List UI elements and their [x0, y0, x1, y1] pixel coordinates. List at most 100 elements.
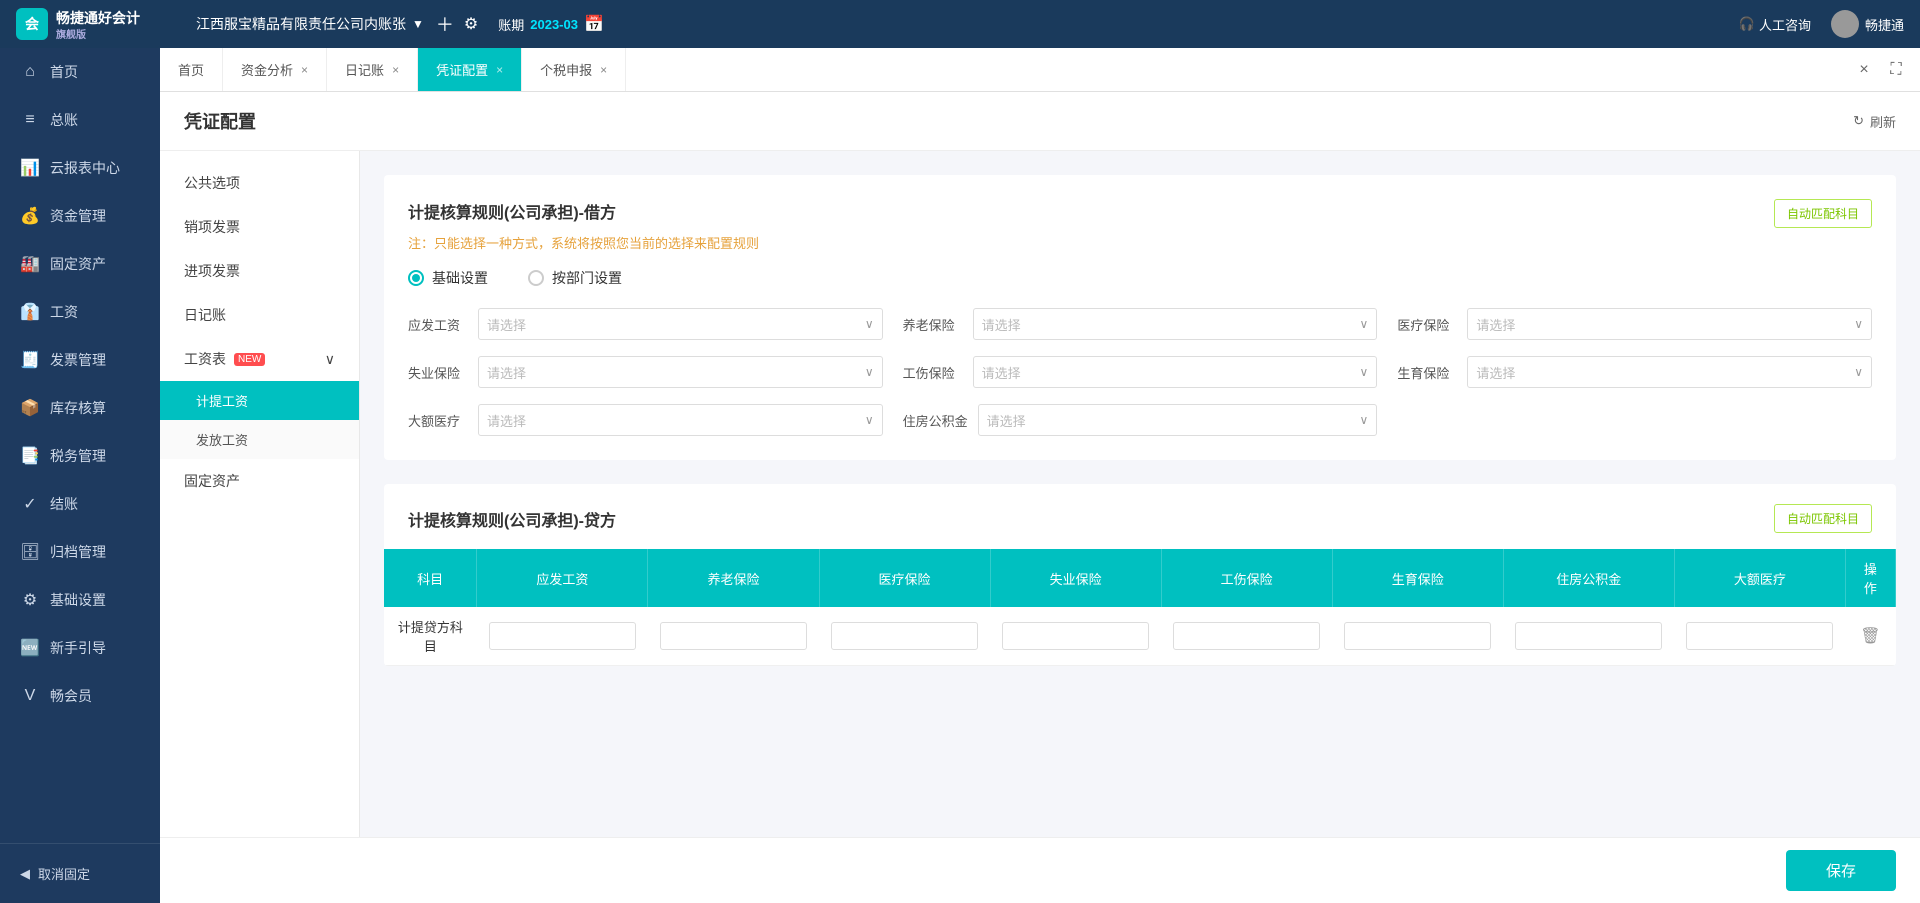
input-housing-fund[interactable] [1515, 622, 1662, 650]
input-unemployment[interactable] [1002, 622, 1149, 650]
sidebar-item-settings[interactable]: ⚙ 基础设置 [0, 576, 160, 624]
nav-sales[interactable]: 销项发票 [160, 205, 359, 249]
reports-icon: 📊 [20, 158, 40, 178]
input-medical[interactable] [831, 622, 978, 650]
close-tab-btn[interactable]: × [1850, 56, 1878, 84]
input-pension[interactable] [660, 622, 807, 650]
form-housing-fund: 住房公积金 请选择 ∨ [903, 404, 1378, 436]
nav-payroll-calc[interactable]: 计提工资 [160, 381, 359, 420]
medical-select-arrow: ∨ [1854, 317, 1863, 331]
user-avatar [1831, 10, 1859, 38]
credit-auto-match-btn[interactable]: 自动匹配科目 [1774, 504, 1872, 533]
sidebar-item-inventory[interactable]: 📦 库存核算 [0, 384, 160, 432]
cell-pension[interactable] [648, 607, 819, 666]
input-payroll[interactable] [489, 622, 636, 650]
tab-tax-report-label: 个税申报 [540, 60, 592, 79]
calendar-icon[interactable]: 📅 [584, 14, 604, 34]
debit-title: 计提核算规则(公司承担)-借方 [408, 199, 1872, 223]
page-header: 凭证配置 ↻ 刷新 [160, 92, 1920, 151]
cell-unemployment[interactable] [990, 607, 1161, 666]
cancel-fixed-btn[interactable]: ◀ 取消固定 [0, 854, 160, 893]
settings-icon[interactable]: ⚙ [464, 14, 478, 34]
salary-icon: 👔 [20, 302, 40, 322]
refresh-button[interactable]: ↻ 刷新 [1853, 112, 1896, 131]
nav-payroll-issue[interactable]: 发放工资 [160, 420, 359, 459]
tab-home-label: 首页 [178, 60, 204, 79]
main-layout: ⌂ 首页 ≡ 总账 📊 云报表中心 💰 资金管理 🏭 固定资产 👔 工资 🧾 发… [0, 48, 1920, 903]
sidebar-item-guide[interactable]: 🆕 新手引导 [0, 624, 160, 672]
cell-work-injury[interactable] [1161, 607, 1332, 666]
tab-journal-close[interactable]: × [392, 63, 399, 77]
sidebar-item-tax[interactable]: 📑 税务管理 [0, 432, 160, 480]
cell-medical[interactable] [819, 607, 990, 666]
tab-journal[interactable]: 日记账 × [327, 48, 418, 91]
cell-payroll[interactable] [477, 607, 648, 666]
input-maternity[interactable] [1344, 622, 1491, 650]
expand-tab-btn[interactable]: ⛶ [1882, 56, 1910, 84]
input-work-injury[interactable] [1173, 622, 1320, 650]
sidebar-item-reports[interactable]: 📊 云报表中心 [0, 144, 160, 192]
nav-public[interactable]: 公共选项 [160, 161, 359, 205]
nav-salary-table[interactable]: 工资表 NEW ∨ [160, 337, 359, 381]
username: 畅捷通 [1865, 15, 1904, 34]
company-dropdown-icon: ▼ [412, 17, 424, 31]
sidebar-item-capital[interactable]: 💰 资金管理 [0, 192, 160, 240]
account-period: 账期 2023-03 📅 [498, 14, 604, 34]
radio-basic[interactable]: 基础设置 [408, 268, 488, 288]
nav-journal[interactable]: 日记账 [160, 293, 359, 337]
left-nav: 公共选项 销项发票 进项发票 日记账 工资表 NEW ∨ [160, 151, 360, 903]
debit-auto-match-btn[interactable]: 自动匹配科目 [1774, 199, 1872, 228]
tab-voucher[interactable]: 凭证配置 × [418, 48, 522, 91]
sidebar-item-vip[interactable]: V 畅会员 [0, 672, 160, 720]
cell-maternity[interactable] [1332, 607, 1503, 666]
user-info[interactable]: 畅捷通 [1831, 10, 1904, 38]
tab-home[interactable]: 首页 [160, 48, 223, 91]
sidebar-item-salary[interactable]: 👔 工资 [0, 288, 160, 336]
payroll-select[interactable]: 请选择 ∨ [478, 308, 883, 340]
tab-voucher-close[interactable]: × [496, 63, 503, 77]
delete-row-btn[interactable]: 🗑 [1860, 628, 1880, 645]
unemployment-select[interactable]: 请选择 ∨ [478, 356, 883, 388]
maternity-select[interactable]: 请选择 ∨ [1467, 356, 1872, 388]
help-btn[interactable]: 🎧 人工咨询 [1739, 15, 1811, 34]
medical-select[interactable]: 请选择 ∨ [1467, 308, 1872, 340]
tab-tax-report-close[interactable]: × [600, 63, 607, 77]
large-medical-select[interactable]: 请选择 ∨ [478, 404, 883, 436]
housing-fund-select[interactable]: 请选择 ∨ [978, 404, 1378, 436]
radio-by-dept[interactable]: 按部门设置 [528, 268, 622, 288]
payroll-label: 应发工资 [408, 315, 468, 334]
payroll-select-arrow: ∨ [865, 317, 874, 331]
sidebar-item-ledger[interactable]: ≡ 总账 [0, 96, 160, 144]
sidebar-label-closing: 结账 [50, 494, 78, 514]
input-large-medical[interactable] [1686, 622, 1833, 650]
add-company-icon[interactable]: ＋ [436, 11, 454, 37]
company-selector[interactable]: 江西服宝精品有限责任公司内账张 ▼ ＋ ⚙ [196, 11, 478, 37]
tab-capital-label: 资金分析 [241, 60, 293, 79]
pension-select[interactable]: 请选择 ∨ [973, 308, 1378, 340]
tab-capital[interactable]: 资金分析 × [223, 48, 327, 91]
save-button[interactable]: 保存 [1786, 850, 1896, 891]
tab-capital-close[interactable]: × [301, 63, 308, 77]
cell-action: 🗑 [1845, 607, 1895, 666]
nav-purchase[interactable]: 进项发票 [160, 249, 359, 293]
credit-table-body: 计提贷方科目 🗑 [384, 607, 1896, 666]
ledger-icon: ≡ [20, 111, 40, 129]
col-work-injury: 工伤保险 [1161, 549, 1332, 607]
sidebar-item-archive[interactable]: 🗄 归档管理 [0, 528, 160, 576]
work-injury-select-arrow: ∨ [1360, 365, 1369, 379]
col-maternity: 生育保险 [1332, 549, 1503, 607]
tab-tax-report[interactable]: 个税申报 × [522, 48, 626, 91]
sidebar-item-invoice[interactable]: 🧾 发票管理 [0, 336, 160, 384]
col-pension: 养老保险 [648, 549, 819, 607]
pension-select-arrow: ∨ [1360, 317, 1369, 331]
cell-large-medical[interactable] [1674, 607, 1845, 666]
sidebar-label-settings: 基础设置 [50, 590, 106, 610]
sidebar-item-fixed-assets[interactable]: 🏭 固定资产 [0, 240, 160, 288]
work-injury-select[interactable]: 请选择 ∨ [973, 356, 1378, 388]
sidebar-item-closing[interactable]: ✓ 结账 [0, 480, 160, 528]
cell-housing-fund[interactable] [1503, 607, 1674, 666]
guide-icon: 🆕 [20, 638, 40, 658]
closing-icon: ✓ [20, 494, 40, 514]
nav-fixed-assets[interactable]: 固定资产 [160, 459, 359, 503]
sidebar-item-home[interactable]: ⌂ 首页 [0, 48, 160, 96]
